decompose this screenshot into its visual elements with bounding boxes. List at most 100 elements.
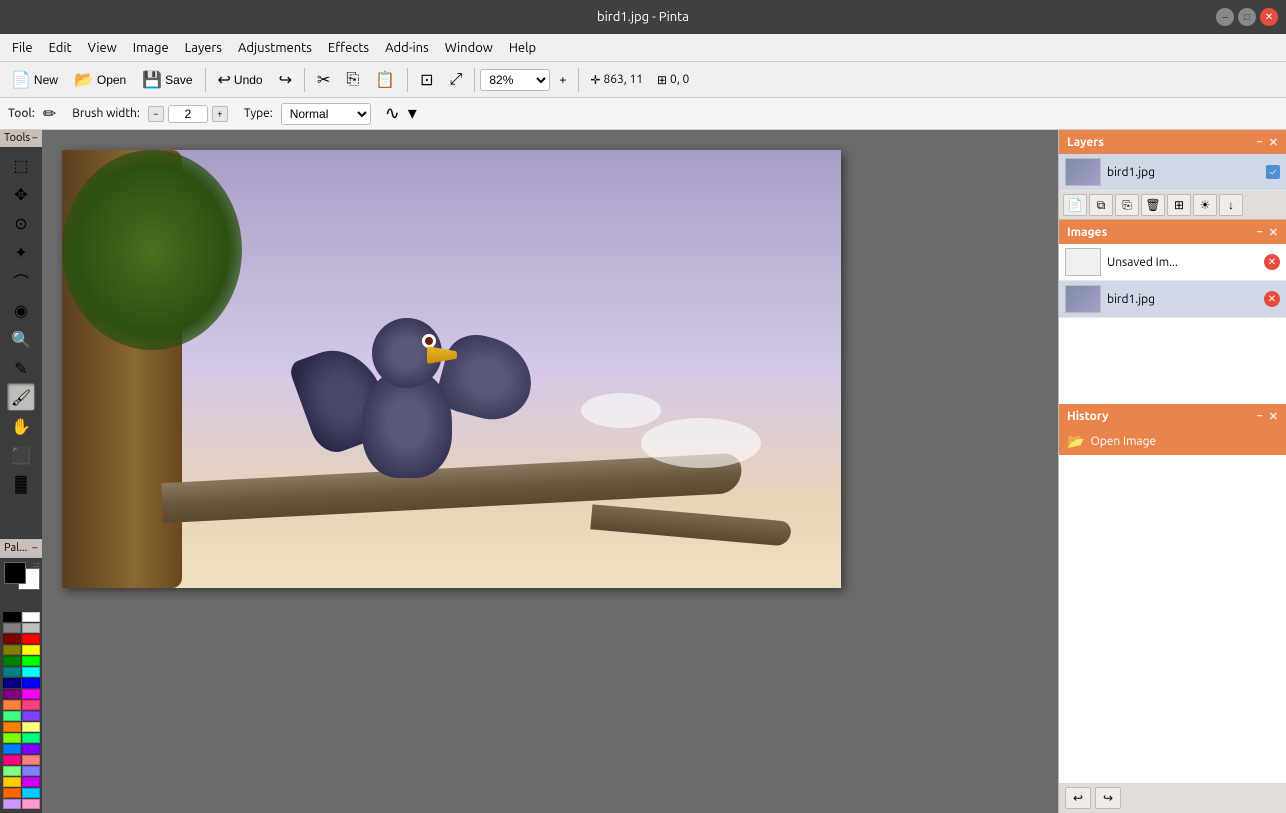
zoom-in-button[interactable]: + (552, 69, 573, 91)
menu-item-help[interactable]: Help (501, 37, 544, 59)
undo-button[interactable]: ↩Undo (211, 66, 270, 94)
color-swatch[interactable] (22, 634, 40, 644)
tool-gradient[interactable]: ▓ (7, 470, 35, 498)
images-panel-minimize[interactable]: − (1257, 226, 1263, 239)
image-close-button[interactable]: ✕ (1264, 291, 1280, 307)
menu-item-window[interactable]: Window (437, 37, 501, 59)
color-swatch[interactable] (3, 689, 21, 699)
minimize-button[interactable]: – (1216, 8, 1234, 26)
tool-ellipse-select[interactable]: ◉ (7, 296, 35, 324)
history-panel-minimize[interactable]: − (1257, 410, 1263, 423)
menu-item-layers[interactable]: Layers (177, 37, 230, 59)
save-button[interactable]: 💾Save (135, 66, 199, 94)
color-swatch[interactable] (22, 733, 40, 743)
color-swatch[interactable] (3, 623, 21, 633)
history-panel-close[interactable]: ✕ (1269, 410, 1278, 423)
image-close-button[interactable]: ✕ (1264, 254, 1280, 270)
tool-fill[interactable]: ⬛ (7, 441, 35, 469)
menu-item-adjustments[interactable]: Adjustments (230, 37, 320, 59)
brush-width-input[interactable] (168, 105, 208, 123)
color-swatch[interactable] (22, 623, 40, 633)
color-swatch[interactable] (3, 678, 21, 688)
zoom-select[interactable]: 25%50%75%82%100%150%200% (480, 69, 550, 91)
color-swatch[interactable] (22, 656, 40, 666)
maximize-button[interactable]: □ (1238, 8, 1256, 26)
images-panel-close[interactable]: ✕ (1269, 226, 1278, 239)
menu-item-add-ins[interactable]: Add-ins (377, 37, 437, 59)
history-redo-button[interactable]: ↪ (1095, 787, 1121, 809)
history-undo-button[interactable]: ↩ (1065, 787, 1091, 809)
close-button[interactable]: ✕ (1260, 8, 1278, 26)
color-swatch[interactable] (22, 755, 40, 765)
menu-item-view[interactable]: View (80, 37, 125, 59)
delete-layer-button[interactable]: 🗑 (1141, 194, 1165, 216)
layers-panel-minimize[interactable]: − (1257, 136, 1263, 149)
image-item[interactable]: bird1.jpg ✕ (1059, 281, 1286, 318)
color-swatch[interactable] (3, 656, 21, 666)
copy-button[interactable]: ⎘ (339, 67, 366, 93)
canvas-area[interactable] (42, 130, 1058, 813)
color-swatch[interactable] (22, 799, 40, 809)
color-swatch[interactable] (3, 722, 21, 732)
tool-magic-wand[interactable]: ✦ (7, 238, 35, 266)
brush-type-select[interactable]: Normal Ink Splatter (281, 103, 371, 125)
tool-curve[interactable]: ⌒ (7, 267, 35, 295)
color-swatch[interactable] (22, 711, 40, 721)
duplicate-layer-button[interactable]: ⧉ (1089, 194, 1113, 216)
layers-panel-close[interactable]: ✕ (1269, 136, 1278, 149)
tool-pan[interactable]: ✋ (7, 412, 35, 440)
color-swatch[interactable] (3, 733, 21, 743)
menu-item-file[interactable]: File (4, 37, 41, 59)
copy-layer-button[interactable]: ⎘ (1115, 194, 1139, 216)
move-layer-down-button[interactable]: ↓ (1219, 194, 1243, 216)
color-swatch[interactable] (22, 689, 40, 699)
tool-zoom[interactable]: 🔍 (7, 325, 35, 353)
color-swatch[interactable] (22, 722, 40, 732)
menu-item-image[interactable]: Image (125, 37, 177, 59)
tools-minimize-icon[interactable]: − (32, 132, 38, 144)
paste-button[interactable]: 📋 (368, 66, 402, 94)
image-item[interactable]: Unsaved Im... ✕ (1059, 244, 1286, 281)
color-swatch[interactable] (3, 755, 21, 765)
color-swatch[interactable] (22, 700, 40, 710)
color-swatch[interactable] (3, 744, 21, 754)
color-swatch[interactable] (22, 744, 40, 754)
redo-button[interactable]: ↪ (272, 66, 299, 94)
tool-move[interactable]: ✥ (7, 180, 35, 208)
resize-button[interactable]: ⤢ (443, 67, 470, 93)
open-button[interactable]: 📂Open (67, 66, 133, 94)
color-swatch[interactable] (22, 645, 40, 655)
curve-dropdown-icon[interactable]: ▾ (408, 103, 417, 124)
foreground-color-swatch[interactable] (4, 562, 26, 584)
crop-button[interactable]: ⊡ (413, 66, 440, 94)
menu-item-edit[interactable]: Edit (41, 37, 80, 59)
color-swatch[interactable] (22, 612, 40, 622)
tool-brush[interactable]: 🖌 (7, 383, 35, 411)
tool-pencil[interactable]: ✎ (7, 354, 35, 382)
color-swatch[interactable] (3, 667, 21, 677)
tool-lasso[interactable]: ⊙ (7, 209, 35, 237)
palette-minimize-icon[interactable]: − (32, 542, 38, 554)
color-swatch[interactable] (3, 766, 21, 776)
color-swatch[interactable] (3, 700, 21, 710)
color-swatch[interactable] (22, 788, 40, 798)
color-swatch[interactable] (3, 777, 21, 787)
menu-item-effects[interactable]: Effects (320, 37, 377, 59)
color-swatch[interactable] (22, 667, 40, 677)
blend-layer-button[interactable]: ☀ (1193, 194, 1217, 216)
add-layer-button[interactable]: 📄 (1063, 194, 1087, 216)
brush-width-decrease[interactable]: − (148, 106, 164, 122)
color-swatch[interactable] (3, 634, 21, 644)
history-item[interactable]: 📂 Open Image (1059, 428, 1286, 455)
color-swatch[interactable] (22, 766, 40, 776)
color-swatch[interactable] (3, 799, 21, 809)
color-swatch[interactable] (22, 777, 40, 787)
color-swatch[interactable] (3, 612, 21, 622)
color-swatch[interactable] (22, 678, 40, 688)
brush-width-increase[interactable]: + (212, 106, 228, 122)
tool-select-rectangle[interactable]: ⬚ (7, 151, 35, 179)
layer-item[interactable]: bird1.jpg ✓ (1059, 154, 1286, 191)
color-swatch[interactable] (3, 711, 21, 721)
layer-visibility[interactable]: ✓ (1266, 165, 1280, 179)
color-swatch[interactable] (3, 645, 21, 655)
